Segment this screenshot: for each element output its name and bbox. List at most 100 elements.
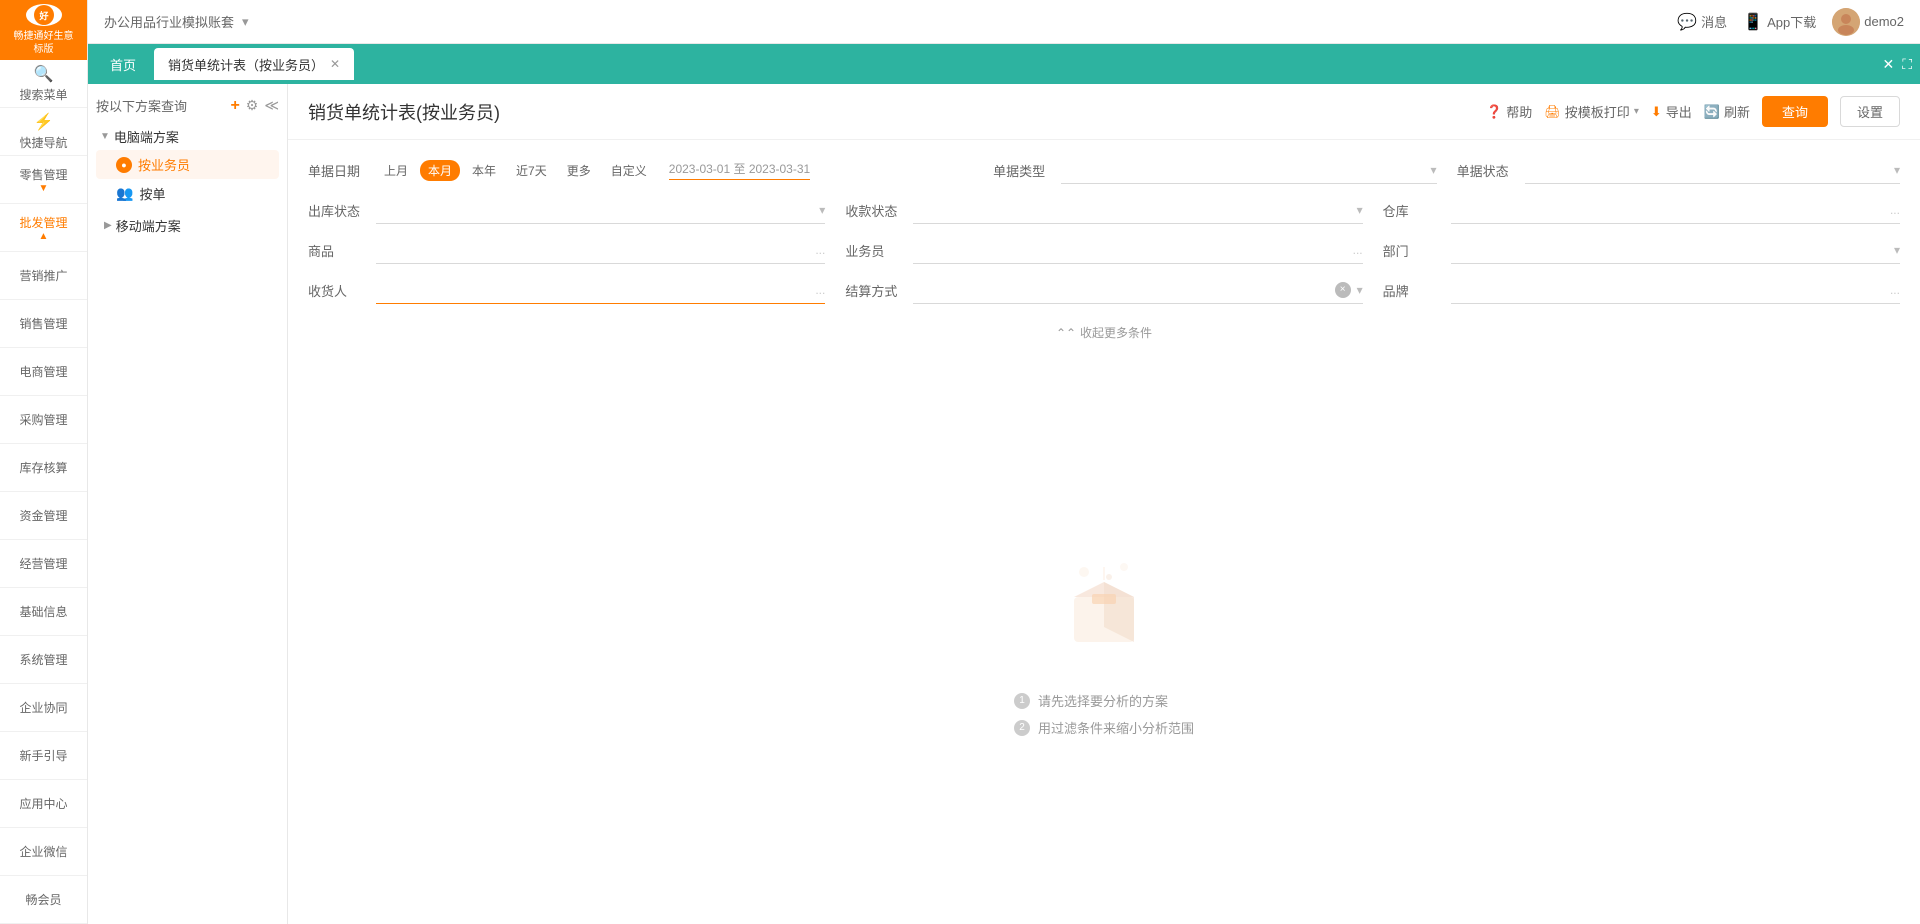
collapse-panel-icon[interactable]: ≪ [264, 97, 279, 115]
out-status-input[interactable]: ▾ [376, 196, 825, 224]
date-tab-last-month[interactable]: 上月 [376, 160, 416, 181]
doc-type-input[interactable]: ▾ [1061, 156, 1436, 184]
salesperson-dots-icon: ... [1353, 243, 1363, 257]
sidebar-item-member[interactable]: 畅会员 [0, 876, 88, 924]
sidebar-item-sales[interactable]: 销售管理 [0, 300, 88, 348]
sidebar-item-marketing[interactable]: 营销推广 [0, 252, 88, 300]
collapse-up-icon: ⌃⌃ [1056, 326, 1076, 340]
tab-sales-stats[interactable]: 销货单统计表（按业务员） ✕ [154, 48, 354, 80]
message-icon: 💬 [1677, 12, 1697, 32]
date-tab-7days[interactable]: 近7天 [508, 160, 555, 181]
date-tab-this-month[interactable]: 本月 [420, 160, 460, 181]
date-tab-custom[interactable]: 自定义 [603, 160, 655, 181]
left-panel-title: 按以下方案查询 + ⚙ ≪ [96, 96, 279, 115]
close-window-icon[interactable]: ✕ [1882, 56, 1894, 73]
sidebar-item-finance[interactable]: 资金管理 [0, 492, 88, 540]
tab-close-icon[interactable]: ✕ [330, 58, 340, 70]
brand-input[interactable]: ... [1451, 276, 1900, 304]
chevron-down-icon: ▼ [39, 183, 49, 194]
page-actions: ❓ 帮助 🖨 按模板打印 ▾ ⬇ 导出 🔄 刷新 [1486, 96, 1900, 127]
pc-scheme-group-header[interactable]: ▼ 电脑端方案 [96, 123, 279, 150]
collapse-bar[interactable]: ⌃⌃ 收起更多条件 [308, 316, 1900, 349]
filter-item-date: 单据日期 上月 本月 本年 近7天 更多 自定义 2023-03-01 至 20… [308, 160, 973, 181]
right-content: 销货单统计表(按业务员) ❓ 帮助 🖨 按模板打印 ▾ ⬇ 导出 [288, 84, 1920, 924]
print-dropdown-icon: ▾ [1634, 106, 1639, 117]
settle-input[interactable]: × ▾ [913, 276, 1362, 304]
out-status-label: 出库状态 [308, 201, 368, 220]
filter-item-settle: 结算方式 × ▾ [845, 276, 1362, 304]
quick-nav-icon: ⚡ [34, 112, 54, 132]
out-status-chevron-icon: ▾ [819, 203, 825, 217]
sidebar-item-label: 快捷导航 [19, 134, 67, 151]
inventory-label: 库存核算 [19, 459, 67, 476]
sidebar-item-inventory[interactable]: 库存核算 [0, 444, 88, 492]
date-range-text[interactable]: 2023-03-01 至 2023-03-31 [669, 160, 810, 180]
workspace-dropdown-icon[interactable]: ▾ [242, 14, 249, 30]
settings-button[interactable]: 设置 [1840, 96, 1900, 127]
scheme-item-by-order[interactable]: 👥 按单 [96, 179, 279, 208]
scheme-item-by-salesperson[interactable]: ● 按业务员 [96, 150, 279, 179]
sidebar-item-wholesale[interactable]: 批发管理 ▲ [0, 204, 88, 252]
sidebar-item-enterprise-wechat[interactable]: 企业微信 [0, 828, 88, 876]
pc-scheme-group: ▼ 电脑端方案 ● 按业务员 👥 按单 [96, 123, 279, 208]
workspace-info: 办公用品行业模拟账套 ▾ [104, 12, 249, 31]
mobile-scheme-group: ▶ 移动端方案 [96, 212, 279, 239]
date-tabs: 上月 本月 本年 近7天 更多 自定义 [376, 160, 655, 181]
doc-status-input[interactable]: ▾ [1525, 156, 1900, 184]
user-name: demo2 [1864, 14, 1904, 29]
sidebar-item-ecommerce[interactable]: 电商管理 [0, 348, 88, 396]
sidebar-item-basic[interactable]: 基础信息 [0, 588, 88, 636]
doc-status-label: 单据状态 [1457, 161, 1517, 180]
message-button[interactable]: 💬 消息 [1677, 12, 1727, 32]
warehouse-dots-icon: ... [1890, 203, 1900, 217]
filter-row-3: 商品 ... 业务员 ... [308, 236, 1900, 264]
dept-input[interactable]: ▾ [1451, 236, 1900, 264]
svg-text:好: 好 [38, 10, 48, 21]
expand-window-icon[interactable]: ⛶ [1902, 56, 1912, 73]
filter-item-dept: 部门 ▾ [1383, 236, 1900, 264]
empty-illustration [1054, 552, 1154, 671]
dept-label: 部门 [1383, 241, 1443, 260]
recipient-input[interactable]: ... [376, 276, 825, 304]
filter-item-out-status: 出库状态 ▾ [308, 196, 825, 224]
sidebar-item-newbie[interactable]: 新手引导 [0, 732, 88, 780]
settle-clear-button[interactable]: × [1335, 282, 1351, 298]
scheme-actions: + ⚙ ≪ [230, 97, 279, 115]
sidebar-item-system[interactable]: 系统管理 [0, 636, 88, 684]
sidebar-item-app-center[interactable]: 应用中心 [0, 780, 88, 828]
add-scheme-icon[interactable]: + [230, 97, 239, 115]
search-icon: 🔍 [34, 64, 54, 84]
print-button[interactable]: 🖨 按模板打印 ▾ [1544, 102, 1639, 121]
sidebar-item-search[interactable]: 🔍 搜索菜单 [0, 60, 88, 108]
receipt-status-input[interactable]: ▾ [913, 196, 1362, 224]
help-button[interactable]: ❓ 帮助 [1486, 102, 1532, 121]
mobile-group-arrow: ▶ [104, 220, 112, 231]
date-tab-this-year[interactable]: 本年 [464, 160, 504, 181]
sidebar-item-enterprise[interactable]: 企业协同 [0, 684, 88, 732]
app-download-button[interactable]: 📱 App下载 [1743, 12, 1816, 32]
refresh-icon: 🔄 [1704, 104, 1720, 120]
export-label: 导出 [1666, 102, 1692, 121]
sidebar-item-purchase[interactable]: 采购管理 [0, 396, 88, 444]
user-profile[interactable]: demo2 [1832, 8, 1904, 36]
dept-chevron-icon: ▾ [1894, 243, 1900, 257]
export-button[interactable]: ⬇ 导出 [1651, 102, 1692, 121]
doc-type-chevron-icon: ▾ [1431, 163, 1437, 177]
product-input[interactable]: ... [376, 236, 825, 264]
warehouse-label: 仓库 [1383, 201, 1443, 220]
refresh-button[interactable]: 🔄 刷新 [1704, 102, 1750, 121]
warehouse-input[interactable]: ... [1451, 196, 1900, 224]
sidebar-item-quick-nav[interactable]: ⚡ 快捷导航 [0, 108, 88, 156]
salesperson-input[interactable]: ... [913, 236, 1362, 264]
settings-scheme-icon[interactable]: ⚙ [246, 97, 259, 115]
tab-home[interactable]: 首页 [96, 48, 150, 80]
sidebar-item-retail[interactable]: 零售管理 ▼ [0, 156, 88, 204]
sidebar-item-operations[interactable]: 经营管理 [0, 540, 88, 588]
operations-label: 经营管理 [19, 555, 67, 572]
tip-text-2: 用过滤条件来缩小分析范围 [1038, 718, 1194, 737]
salesperson-label: 业务员 [845, 241, 905, 260]
mobile-scheme-group-header[interactable]: ▶ 移动端方案 [96, 212, 279, 239]
date-tab-more[interactable]: 更多 [559, 160, 599, 181]
query-button[interactable]: 查询 [1762, 96, 1828, 127]
header-right: 💬 消息 📱 App下载 demo2 [1677, 8, 1904, 36]
